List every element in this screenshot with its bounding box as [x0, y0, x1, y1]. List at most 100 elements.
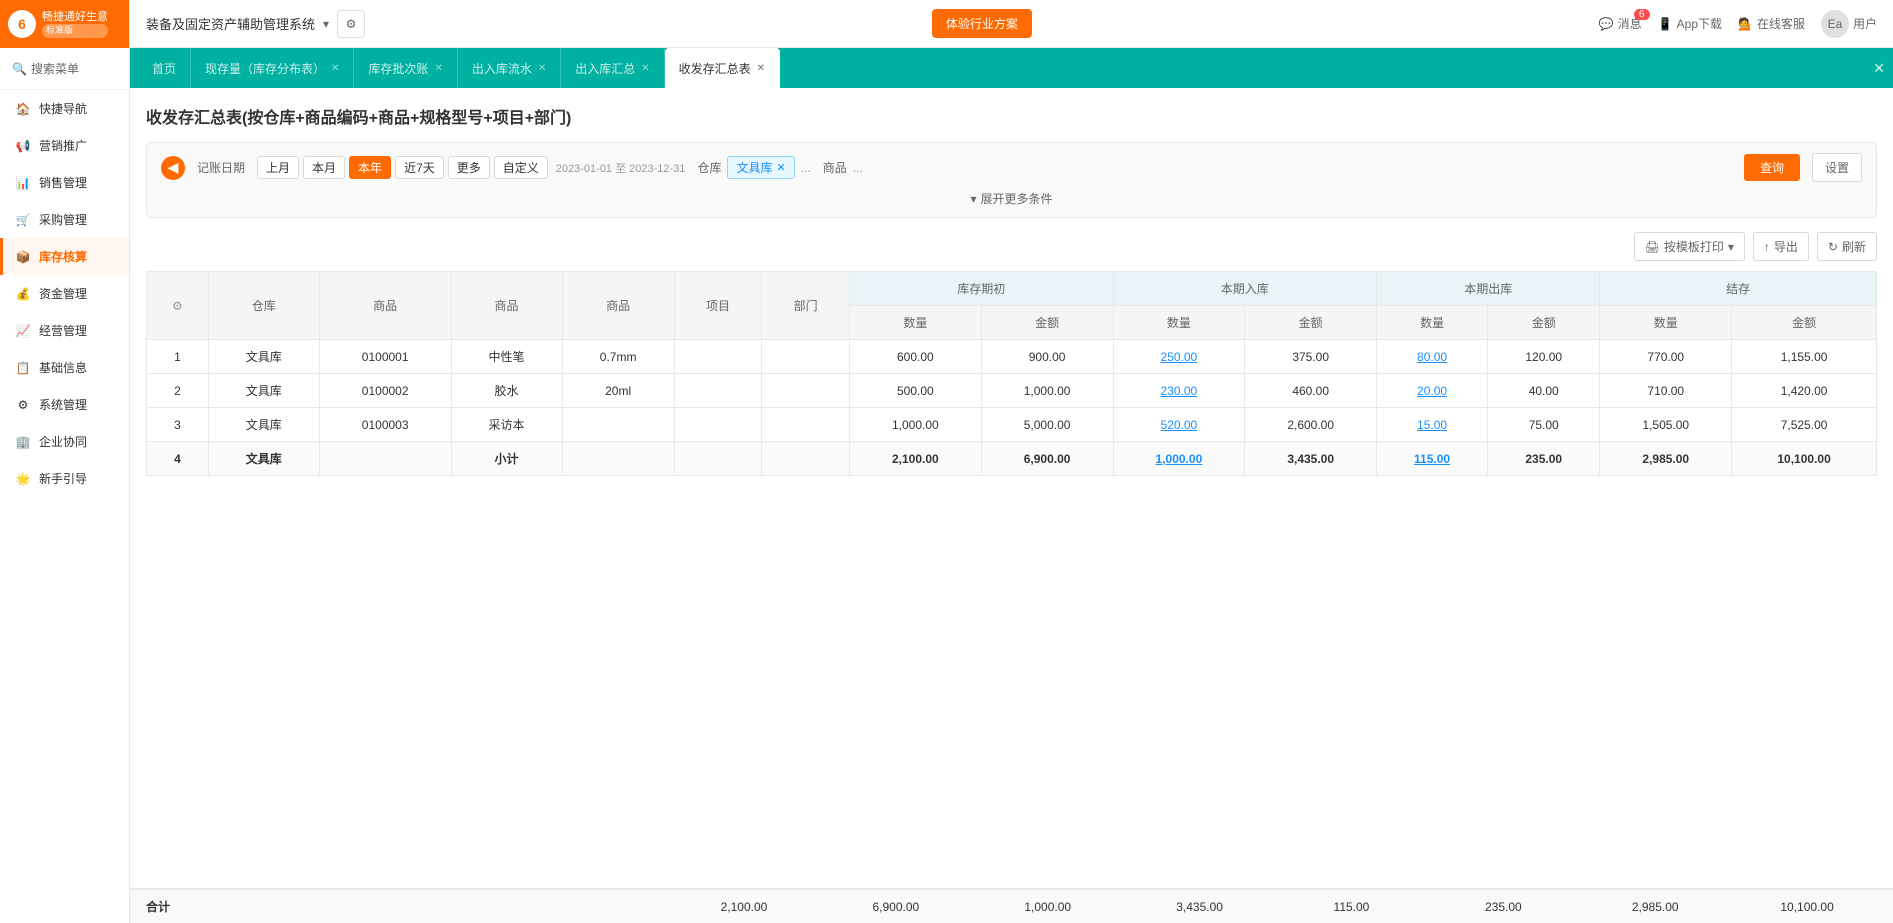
row2-in-qty[interactable]: 230.00 [1113, 374, 1245, 408]
tab-close-inout-flow[interactable]: ✕ [538, 63, 546, 74]
system-title: 装备及固定资产辅助管理系统 [146, 14, 315, 33]
sidebar-item-marketing[interactable]: 📢 营销推广 [0, 127, 129, 164]
date-btn-this-month[interactable]: 本月 [303, 156, 345, 179]
system-title-dropdown[interactable]: ▾ [323, 17, 329, 31]
filter-settings-button[interactable]: 设置 [1812, 153, 1862, 182]
row2-project [674, 374, 762, 408]
sidebar-item-enterprise[interactable]: 🏢 企业协同 [0, 423, 129, 460]
tab-stock[interactable]: 现存量（库存分布表） ✕ [191, 48, 354, 88]
filter-row-main: ◀ 记账日期 上月 本月 本年 近7天 更多 自定义 2023-01-01 至 … [161, 153, 1862, 182]
col-group-opening: 库存期初 [849, 272, 1113, 306]
date-btn-more[interactable]: 更多 [448, 156, 490, 179]
date-btn-last-month[interactable]: 上月 [257, 156, 299, 179]
table-settings-icon[interactable]: ⚙ [172, 299, 183, 313]
row2-name: 胶水 [451, 374, 562, 408]
sidebar-search[interactable]: 🔍 搜索菜单 [0, 48, 129, 90]
baseinfo-icon: 📋 [15, 360, 31, 376]
col-in-amt: 金额 [1245, 306, 1377, 340]
close-all-tabs[interactable]: ✕ [1873, 60, 1885, 77]
date-btn-this-year[interactable]: 本年 [349, 156, 391, 179]
row3-out-amt: 75.00 [1488, 408, 1600, 442]
sidebar-item-purchase[interactable]: 🛒 采购管理 [0, 201, 129, 238]
col-group-out: 本期出库 [1377, 272, 1600, 306]
data-table-container: ⚙ 仓库 商品 商品 商品 项目 部门 库存期初 本期入库 本期出库 [146, 271, 1877, 476]
tab-inout-flow[interactable]: 出入库流水 ✕ [458, 48, 561, 88]
topbar-right: 💬 消息 6 📱 App下载 💁 在线客服 Ea 用户 [1599, 10, 1877, 38]
row2-warehouse: 文具库 [208, 374, 319, 408]
subtotal-in-amt: 3,435.00 [1245, 442, 1377, 476]
refresh-button[interactable]: ↻ 刷新 [1817, 232, 1877, 261]
goods-label: 商品 [823, 159, 847, 176]
warehouse-more[interactable]: ... [801, 161, 811, 175]
subtotal-project [674, 442, 762, 476]
system-icon: ⚙ [15, 397, 31, 413]
subtotal-o-amt: 6,900.00 [981, 442, 1113, 476]
row3-o-qty: 1,000.00 [849, 408, 981, 442]
date-btn-7days[interactable]: 近7天 [395, 156, 444, 179]
col-goods-code: 商品 [319, 272, 451, 340]
warehouse-tag[interactable]: 文具库 ✕ [727, 156, 794, 179]
row3-name: 采访本 [451, 408, 562, 442]
sidebar-item-newbie[interactable]: 🌟 新手引导 [0, 460, 129, 497]
right-actions: 🖨 按模板打印 ▾ ↑ 导出 ↻ 刷新 [146, 232, 1877, 261]
sidebar-item-system[interactable]: ⚙ 系统管理 [0, 386, 129, 423]
tab-home[interactable]: 首页 [138, 48, 191, 88]
sidebar-logo: 6 畅捷通好生意 标准版 [0, 0, 129, 48]
row1-dept [762, 340, 850, 374]
row2-out-qty[interactable]: 20.00 [1377, 374, 1488, 408]
refresh-icon: ↻ [1828, 240, 1838, 254]
col-out-amt: 金额 [1488, 306, 1600, 340]
query-button[interactable]: 查询 [1744, 154, 1800, 181]
tab-close-stock[interactable]: ✕ [331, 63, 339, 74]
row2-dept [762, 374, 850, 408]
row3-in-qty[interactable]: 520.00 [1113, 408, 1245, 442]
tab-receive-sum[interactable]: 收发存汇总表 ✕ [665, 48, 780, 88]
search-menu-button[interactable]: 🔍 搜索菜单 [8, 56, 121, 81]
trial-button[interactable]: 体验行业方案 [932, 9, 1032, 38]
warehouse-tag-close[interactable]: ✕ [776, 161, 785, 174]
filter-bar: ◀ 记账日期 上月 本月 本年 近7天 更多 自定义 2023-01-01 至 … [146, 142, 1877, 218]
subtotal-out-qty[interactable]: 115.00 [1377, 442, 1488, 476]
print-button[interactable]: 🖨 按模板打印 ▾ [1634, 232, 1745, 261]
app-download-button[interactable]: 📱 App下载 [1658, 15, 1722, 32]
tab-close-inout-sum[interactable]: ✕ [641, 63, 649, 74]
tab-close-receive-sum[interactable]: ✕ [757, 63, 765, 74]
expand-more-conditions[interactable]: ▾ 展开更多条件 [970, 190, 1052, 207]
tab-batch[interactable]: 库存批次账 ✕ [354, 48, 457, 88]
online-service-button[interactable]: 💁 在线客服 [1738, 15, 1805, 32]
sidebar-item-operations[interactable]: 📈 经营管理 [0, 312, 129, 349]
expand-more-icon: ▾ [970, 192, 976, 206]
row1-o-qty: 600.00 [849, 340, 981, 374]
sidebar-item-asset[interactable]: 💰 资金管理 [0, 275, 129, 312]
logo-icon: 6 [8, 10, 36, 38]
row2-o-qty: 500.00 [849, 374, 981, 408]
footer-o-qty: 2,100.00 [674, 900, 814, 914]
settings-button[interactable]: ⚙ [337, 10, 365, 38]
message-button[interactable]: 💬 消息 6 [1599, 15, 1642, 32]
footer-out-amt: 235.00 [1433, 900, 1573, 914]
sidebar-item-inventory[interactable]: 📦 库存核算 [0, 238, 129, 275]
table-row: 3 文具库 0100003 采访本 1,000.00 5,000.00 520.… [147, 408, 1877, 442]
sidebar-item-sales[interactable]: 📊 销售管理 [0, 164, 129, 201]
footer-c-qty: 2,985.00 [1585, 900, 1725, 914]
filter-expand-button[interactable]: ◀ [161, 156, 185, 180]
sidebar-item-baseinfo[interactable]: 📋 基础信息 [0, 349, 129, 386]
row1-in-qty[interactable]: 250.00 [1113, 340, 1245, 374]
row3-out-qty[interactable]: 15.00 [1377, 408, 1488, 442]
main-area: 装备及固定资产辅助管理系统 ▾ ⚙ 体验行业方案 💬 消息 6 📱 App下载 [130, 0, 1893, 923]
user-menu[interactable]: Ea 用户 [1821, 10, 1877, 38]
sidebar-nav: 🏠 快捷导航 📢 营销推广 📊 销售管理 🛒 采购管理 📦 库存核算 💰 [0, 90, 129, 923]
date-btn-custom[interactable]: 自定义 [494, 156, 548, 179]
download-icon: 📱 [1658, 17, 1673, 31]
tab-close-batch[interactable]: ✕ [434, 63, 442, 74]
subtotal-c-amt: 10,100.00 [1732, 442, 1877, 476]
export-button[interactable]: ↑ 导出 [1753, 232, 1809, 261]
goods-more[interactable]: ... [853, 161, 863, 175]
sidebar-item-quicknav[interactable]: 🏠 快捷导航 [0, 90, 129, 127]
search-icon: 🔍 [12, 62, 27, 76]
tab-inout-sum[interactable]: 出入库汇总 ✕ [561, 48, 664, 88]
col-settings[interactable]: ⚙ [147, 272, 209, 340]
row1-out-qty[interactable]: 80.00 [1377, 340, 1488, 374]
sales-icon: 📊 [15, 175, 31, 191]
subtotal-in-qty[interactable]: 1,000.00 [1113, 442, 1245, 476]
